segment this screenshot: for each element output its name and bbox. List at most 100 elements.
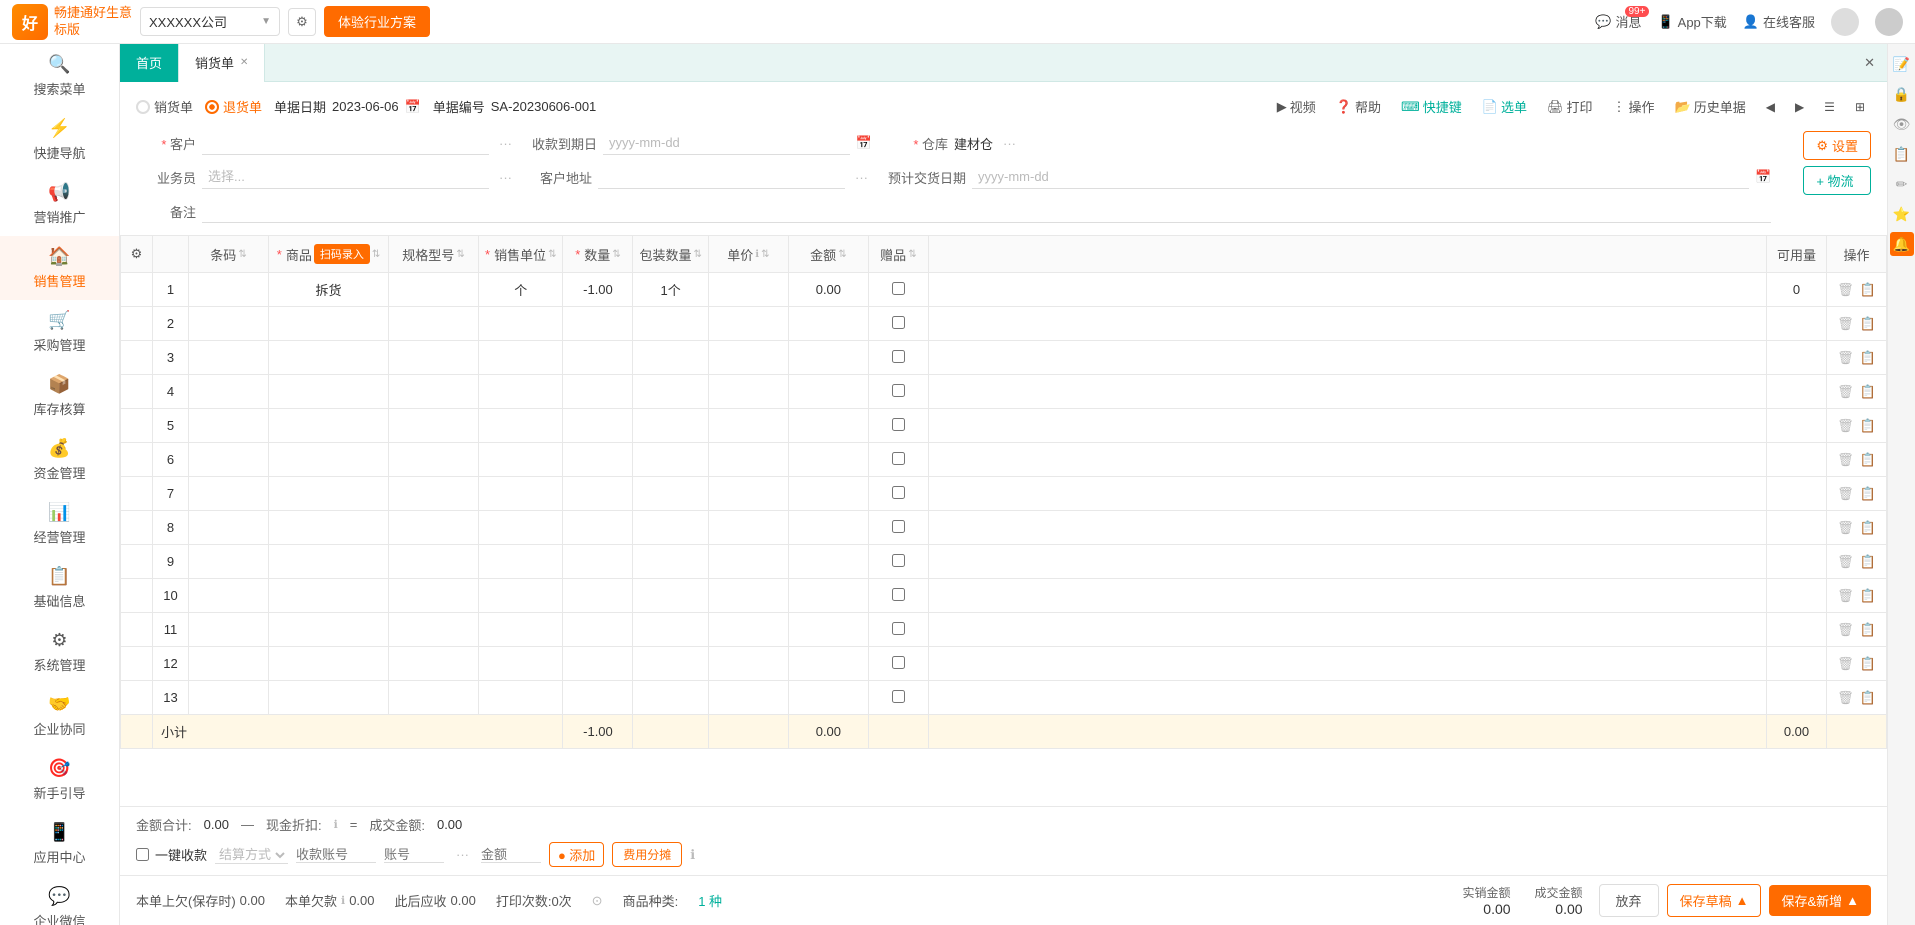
discard-button[interactable]: 放弃 [1599, 884, 1659, 917]
payment-cal-icon[interactable]: 📅 [856, 135, 872, 151]
delete-icon[interactable]: 🗑 [1837, 588, 1854, 604]
app-download-button[interactable]: 📱 App下载 [1657, 12, 1726, 31]
copy-icon[interactable]: 📋 [1860, 690, 1876, 706]
td-qty-1[interactable]: -1.00 [563, 273, 633, 307]
delete-icon[interactable]: 🗑 [1837, 350, 1854, 366]
delete-icon[interactable]: 🗑 [1837, 554, 1854, 570]
customer-dots-icon[interactable]: ··· [495, 136, 516, 151]
td-spec-1[interactable] [389, 273, 479, 307]
trial-button[interactable]: 体验行业方案 [324, 6, 430, 37]
sidebar-item-marketing[interactable]: 📢 营销推广 [0, 172, 119, 236]
delete-icon[interactable]: 🗑 [1837, 384, 1854, 400]
delete-icon[interactable]: 🗑 [1837, 316, 1854, 332]
sidebar-item-search[interactable]: 🔍 搜索菜单 [0, 44, 119, 108]
copy-icon[interactable]: 📋 [1860, 486, 1876, 502]
ops-button[interactable]: ⋮ 操作 [1606, 94, 1660, 119]
calendar-icon[interactable]: 📅 [405, 99, 421, 115]
copy-icon-1[interactable]: 📋 [1860, 282, 1876, 298]
account-dots-icon[interactable]: ··· [452, 847, 473, 862]
right-panel-icon-2[interactable]: 🔒 [1890, 82, 1914, 106]
fee-amount-input[interactable] [481, 847, 541, 863]
expected-date-input[interactable] [972, 165, 1749, 189]
salesperson-dots-icon[interactable]: ··· [495, 170, 516, 185]
sidebar-item-purchase[interactable]: 🛒 采购管理 [0, 300, 119, 364]
copy-icon[interactable]: 📋 [1860, 554, 1876, 570]
customer-addr-input[interactable] [598, 165, 845, 189]
account-input[interactable] [296, 847, 376, 863]
delete-icon[interactable]: 🗑 [1837, 520, 1854, 536]
history-button[interactable]: 📂 历史单据 [1669, 94, 1752, 119]
delete-icon[interactable]: 🗑 [1837, 622, 1854, 638]
addr-dots-icon[interactable]: ··· [851, 170, 872, 185]
sidebar-item-finance[interactable]: 💰 资金管理 [0, 428, 119, 492]
salesperson-input[interactable] [202, 165, 489, 189]
copy-icon[interactable]: 📋 [1860, 316, 1876, 332]
td-amount-1[interactable]: 0.00 [788, 273, 868, 307]
delete-icon-1[interactable]: 🗑 [1837, 282, 1854, 298]
td-barcode-1[interactable] [189, 273, 269, 307]
one-key-pay-checkbox[interactable] [136, 848, 149, 861]
scan-button[interactable]: 扫码录入 [314, 244, 370, 264]
sort-qty-icon[interactable]: ⇅ [612, 249, 620, 260]
delete-icon[interactable]: 🗑 [1837, 418, 1854, 434]
right-panel-icon-3[interactable]: 👁 [1890, 112, 1914, 136]
sidebar-item-basics[interactable]: 📋 基础信息 [0, 556, 119, 620]
online-service-button[interactable]: 👤 在线客服 [1743, 12, 1815, 31]
copy-icon[interactable]: 📋 [1860, 656, 1876, 672]
nav-prev[interactable]: ◀ [1760, 97, 1781, 117]
sidebar-item-sales[interactable]: 🏠 销售管理 [0, 236, 119, 300]
sort-amount-icon[interactable]: ⇅ [838, 249, 846, 260]
payment-due-input[interactable] [603, 131, 850, 155]
video-button[interactable]: ▶ 视频 [1271, 94, 1322, 119]
delete-icon[interactable]: 🗑 [1837, 486, 1854, 502]
select-button[interactable]: 📄 选单 [1476, 94, 1533, 119]
right-panel-icon-5[interactable]: ✏ [1890, 172, 1914, 196]
th-settings[interactable]: ⚙ [121, 236, 153, 273]
order-date-value[interactable]: 2023-06-06 [332, 99, 399, 114]
copy-icon[interactable]: 📋 [1860, 418, 1876, 434]
list-view-icon[interactable]: ☰ [1818, 97, 1841, 117]
delete-icon[interactable]: 🗑 [1837, 656, 1854, 672]
td-unit-1[interactable]: 个 [479, 273, 563, 307]
sort-unit-icon[interactable]: ⇅ [548, 249, 556, 260]
right-panel-icon-1[interactable]: 📝 [1890, 52, 1914, 76]
radio-return[interactable]: 退货单 [205, 97, 262, 116]
copy-icon[interactable]: 📋 [1860, 622, 1876, 638]
sidebar-item-app-center[interactable]: 📱 应用中心 [0, 812, 119, 876]
draft-button[interactable]: 保存草稿 ▲ [1667, 884, 1762, 917]
expected-cal-icon[interactable]: 📅 [1755, 169, 1771, 185]
radio-sales[interactable]: 销货单 [136, 97, 193, 116]
form-settings-button[interactable]: ⚙ 设置 [1803, 131, 1871, 160]
logistics-button[interactable]: + 物流 [1803, 166, 1871, 195]
company-selector[interactable]: XXXXXX公司 ▼ [140, 7, 280, 36]
account-num-input[interactable] [384, 847, 444, 863]
remark-input[interactable] [202, 199, 1771, 223]
copy-icon[interactable]: 📋 [1860, 452, 1876, 468]
right-panel-icon-4[interactable]: 📋 [1890, 142, 1914, 166]
td-product-1[interactable]: 拆货 [269, 273, 389, 307]
tab-bar-close-icon[interactable]: ✕ [1852, 55, 1887, 71]
delete-icon[interactable]: 🗑 [1837, 690, 1854, 706]
copy-icon[interactable]: 📋 [1860, 350, 1876, 366]
order-no-value[interactable]: SA-20230606-001 [491, 99, 597, 114]
settings-icon[interactable]: ⚙ [288, 8, 316, 36]
grid-view-icon[interactable]: ⊞ [1849, 97, 1871, 117]
print-button[interactable]: 🖨 打印 [1541, 94, 1599, 119]
nav-next[interactable]: ▶ [1789, 97, 1810, 117]
td-gift-1[interactable] [868, 273, 928, 307]
help-button[interactable]: ❓ 帮助 [1330, 94, 1387, 119]
copy-icon[interactable]: 📋 [1860, 588, 1876, 604]
fee-tab-button[interactable]: 费用分摊 [612, 842, 682, 867]
tab-sales-order[interactable]: 销货单 ✕ [179, 44, 265, 82]
sort-spec-icon[interactable]: ⇅ [456, 249, 464, 260]
delete-icon[interactable]: 🗑 [1837, 452, 1854, 468]
sort-price-icon[interactable]: ⇅ [761, 249, 769, 260]
sidebar-item-inventory[interactable]: 📦 库存核算 [0, 364, 119, 428]
settle-method-select[interactable]: 结算方式 [215, 846, 288, 864]
sidebar-item-guide[interactable]: 🎯 新手引导 [0, 748, 119, 812]
sidebar-item-quick-nav[interactable]: ⚡ 快捷导航 [0, 108, 119, 172]
avatar[interactable] [1831, 8, 1859, 36]
warehouse-value[interactable]: 建材仓 [954, 134, 993, 153]
td-price-1[interactable] [708, 273, 788, 307]
sidebar-item-operations[interactable]: 📊 经营管理 [0, 492, 119, 556]
